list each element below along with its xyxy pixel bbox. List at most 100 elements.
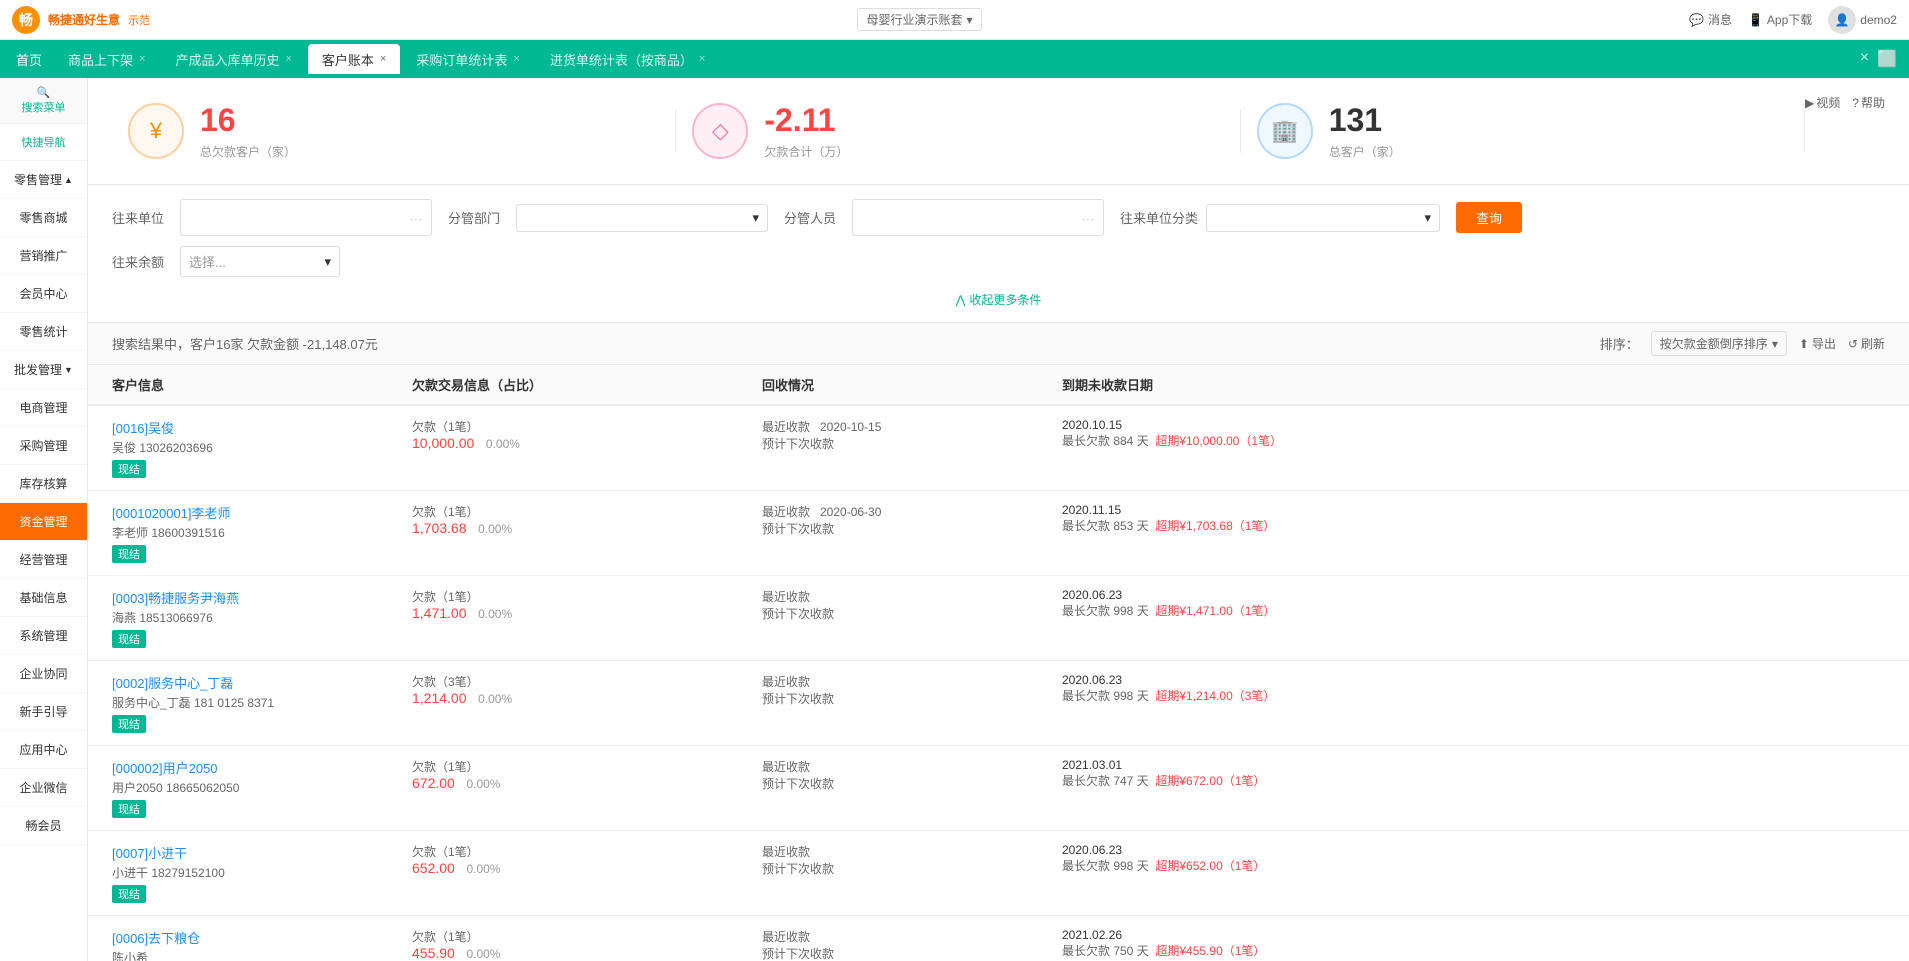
- refresh-button[interactable]: ↺ 刷新: [1848, 335, 1885, 352]
- table-row-inner: [0007]小进干 小进干 18279152100 现结 欠款（1笔） 652.…: [88, 831, 1909, 915]
- debt-label: 欠款（1笔）: [412, 588, 762, 605]
- customer-name-link[interactable]: [0002]服务中心_丁磊: [112, 673, 412, 692]
- source-unit-more-icon[interactable]: ···: [409, 210, 423, 226]
- sidebar-item-member-center[interactable]: 会员中心: [0, 275, 87, 313]
- overdue-amount[interactable]: 超期¥10,000.00（1笔）: [1155, 434, 1282, 448]
- video-link[interactable]: ▶ 视频: [1805, 94, 1840, 111]
- source-unit-field[interactable]: [189, 205, 405, 230]
- manager-more-icon[interactable]: ···: [1081, 210, 1095, 226]
- tab-customer-account[interactable]: 客户账本 ×: [308, 44, 400, 74]
- sidebar-item-basic-info[interactable]: 基础信息: [0, 579, 87, 617]
- tab-close-icon[interactable]: ×: [513, 53, 519, 65]
- store-selector[interactable]: 母婴行业演示账套 ▾: [857, 8, 981, 31]
- due-date: 2020.06.23: [1062, 588, 1885, 602]
- user-profile[interactable]: 👤 demo2: [1828, 6, 1897, 34]
- tab-inventory-stats[interactable]: 进货单统计表（按商品） ×: [536, 44, 719, 74]
- data-table: 客户信息 欠款交易信息（占比） 回收情况 到期未收款日期 [0016]吴俊 吴俊…: [88, 365, 1909, 961]
- cell-due: 2020.06.23 最长欠款 998 天 超期¥1,471.00（1笔）: [1062, 588, 1885, 619]
- recovery-next: 预计下次收款: [762, 775, 1062, 792]
- tab-close-icon[interactable]: ×: [285, 53, 291, 65]
- overdue-amount[interactable]: 超期¥652.00（1笔）: [1155, 859, 1265, 873]
- app-download-button[interactable]: 📱 App下载: [1748, 11, 1812, 28]
- sidebar-item-label: 零售管理: [14, 171, 62, 188]
- sidebar-item-retail-mgmt[interactable]: 零售管理 ▲: [0, 161, 87, 199]
- source-unit-input[interactable]: ···: [180, 199, 432, 236]
- overdue-amount[interactable]: 超期¥672.00（1笔）: [1155, 774, 1265, 788]
- debt-amount[interactable]: 1,214.00: [412, 690, 467, 706]
- sort-select[interactable]: 按欠款金额倒序排序 ▾: [1651, 331, 1787, 356]
- search-button[interactable]: 查询: [1456, 202, 1522, 233]
- export-button[interactable]: ⬆ 导出: [1799, 335, 1836, 352]
- due-date: 2020.10.15: [1062, 418, 1885, 432]
- sidebar-subtitle: 示范: [128, 12, 150, 28]
- sidebar-item-ecommerce[interactable]: 电商管理: [0, 389, 87, 427]
- sidebar-item-enterprise[interactable]: 企业协同: [0, 655, 87, 693]
- debt-amount[interactable]: 455.90: [412, 945, 455, 961]
- debt-customers-label: 总欠款客户（家）: [200, 143, 296, 160]
- tab-purchase-order[interactable]: 采购订单统计表 ×: [402, 44, 533, 74]
- customer-name-link[interactable]: [0016]吴俊: [112, 418, 412, 437]
- message-button[interactable]: 💬 消息: [1689, 11, 1732, 28]
- sidebar-item-app-center[interactable]: 应用中心: [0, 731, 87, 769]
- debt-amount[interactable]: 672.00: [412, 775, 455, 791]
- sidebar-item-label: 电商管理: [19, 401, 67, 415]
- sidebar-item-member-plus[interactable]: 畅会员: [0, 807, 87, 845]
- sidebar-item-purchase[interactable]: 采购管理: [0, 427, 87, 465]
- recovery-latest: 最近收款: [762, 673, 1062, 690]
- cell-customer: [0006]去下粮仓 陈小希 现结: [112, 928, 412, 961]
- debt-amount[interactable]: 1,703.68: [412, 520, 467, 536]
- unit-category-select[interactable]: ▾: [1206, 204, 1440, 232]
- recovery-latest: 最近收款 2020-06-30: [762, 503, 1062, 520]
- tab-product-history[interactable]: 产成品入库单历史 ×: [161, 44, 305, 74]
- sidebar-item-finance[interactable]: 资金管理: [0, 503, 87, 541]
- collapse-filters[interactable]: ⋀ 收起更多条件: [112, 287, 1885, 312]
- customer-name-link[interactable]: [0006]去下粮仓: [112, 928, 412, 947]
- window-max-button[interactable]: ⬜: [1877, 49, 1897, 69]
- balance-select[interactable]: 选择... ▾: [180, 246, 340, 277]
- balance-value: 选择...: [189, 252, 226, 271]
- customer-name-link[interactable]: [0001020001]李老师: [112, 503, 412, 522]
- sidebar-item-label: 采购管理: [19, 439, 67, 453]
- debt-percent: 0.00%: [478, 692, 512, 706]
- debt-amount[interactable]: 10,000.00: [412, 435, 474, 451]
- tab-product-off[interactable]: 商品上下架 ×: [54, 44, 159, 74]
- sidebar-item-inventory[interactable]: 库存核算: [0, 465, 87, 503]
- manager-field[interactable]: [861, 205, 1077, 230]
- tab-home[interactable]: 首页: [4, 50, 54, 69]
- sidebar-item-label: 畅会员: [25, 819, 61, 833]
- total-customers-label: 总客户（家）: [1329, 143, 1401, 160]
- overdue-amount[interactable]: 超期¥1,214.00（3笔）: [1155, 689, 1275, 703]
- sidebar-item-newbie[interactable]: 新手引导: [0, 693, 87, 731]
- sidebar-item-operations[interactable]: 经营管理: [0, 541, 87, 579]
- tab-close-icon[interactable]: ×: [380, 53, 386, 65]
- customer-name-link[interactable]: [000002]用户2050: [112, 758, 412, 777]
- sidebar-item-retail-mall[interactable]: 零售商城: [0, 199, 87, 237]
- customer-name-link[interactable]: [0003]畅捷服务尹海燕: [112, 588, 412, 607]
- sidebar-item-corp-wechat[interactable]: 企业微信: [0, 769, 87, 807]
- sidebar-item-nav: 快捷导航: [0, 124, 87, 161]
- overdue-amount[interactable]: 超期¥1,703.68（1笔）: [1155, 519, 1275, 533]
- debt-amount[interactable]: 1,471.00: [412, 605, 467, 621]
- manager-input[interactable]: ···: [852, 199, 1104, 236]
- overdue-amount[interactable]: 超期¥1,471.00（1笔）: [1155, 604, 1275, 618]
- sidebar-item-batch-mgmt[interactable]: 批发管理 ▼: [0, 351, 87, 389]
- sidebar-item-system[interactable]: 系统管理: [0, 617, 87, 655]
- tab-close-icon[interactable]: ×: [699, 53, 705, 65]
- window-close-button[interactable]: ×: [1860, 49, 1869, 69]
- debt-customers-icon: ¥: [128, 103, 184, 159]
- help-link[interactable]: ? 帮助: [1852, 94, 1885, 111]
- debt-amount[interactable]: 652.00: [412, 860, 455, 876]
- overdue-amount[interactable]: 超期¥455.90（1笔）: [1155, 944, 1265, 958]
- col-customer-info: 客户信息: [112, 375, 412, 394]
- dept-select[interactable]: ▾: [516, 204, 768, 232]
- tab-close-icon[interactable]: ×: [139, 53, 145, 65]
- tab-label: 采购订单统计表: [416, 50, 507, 69]
- sidebar-item-retail-stats[interactable]: 零售统计: [0, 313, 87, 351]
- debt-customers-value: 16: [200, 102, 296, 139]
- sort-value: 按欠款金额倒序排序: [1660, 335, 1768, 352]
- sidebar-item-marketing[interactable]: 营销推广: [0, 237, 87, 275]
- overdue-days: 最长欠款 998 天 超期¥1,214.00（3笔）: [1062, 687, 1885, 704]
- customer-name-link[interactable]: [0007]小进干: [112, 843, 412, 862]
- sidebar-search[interactable]: 🔍 搜索菜单: [0, 78, 87, 124]
- table-row: [000002]用户2050 用户2050 18665062050 现结 欠款（…: [88, 746, 1909, 831]
